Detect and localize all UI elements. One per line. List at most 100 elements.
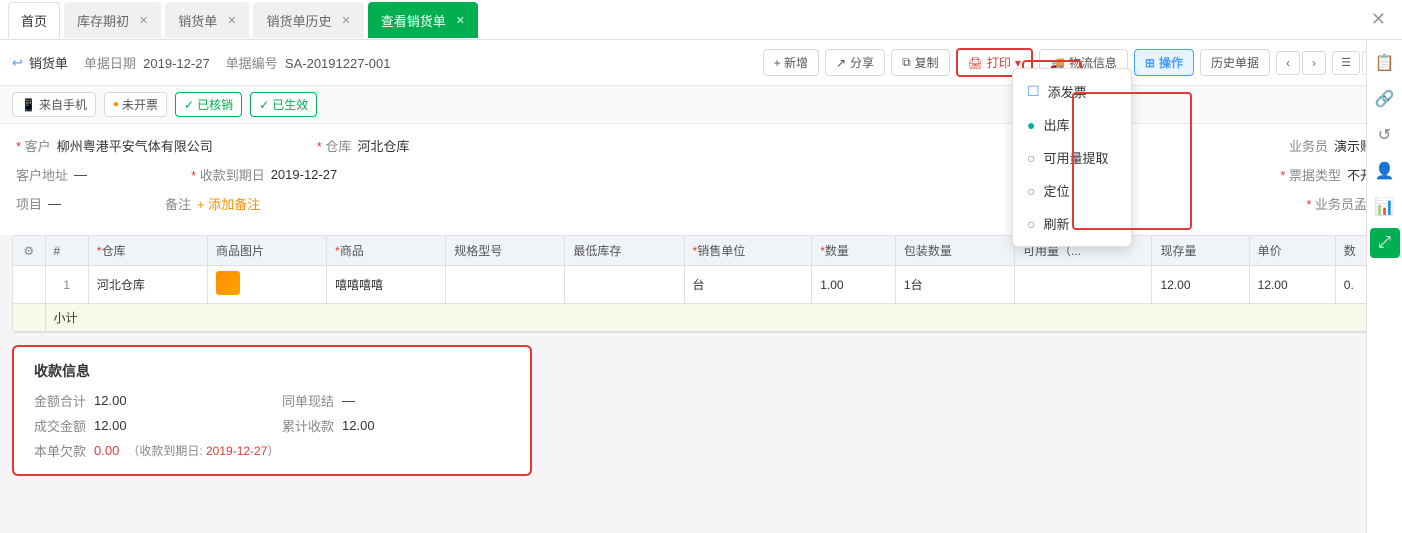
product-image <box>216 271 240 295</box>
row-stock: 12.00 <box>1152 266 1249 304</box>
row-product: 嘻嘻嘻嘻 <box>327 266 446 304</box>
payment-grid: 金额合计 12.00 同单现结 — 成交金额 12.00 累计收款 12.00 … <box>34 391 510 460</box>
product-table-container: ⚙ # *仓库 商品图片 *商品 规格型号 最低库存 *销售单位 *数量 包装数… <box>12 235 1390 333</box>
sidebar-icon-2[interactable]: 🔗 <box>1370 84 1400 114</box>
next-button[interactable]: › <box>1302 51 1326 75</box>
tab-inventory-init[interactable]: 库存期初 ✕ <box>64 2 161 38</box>
outbound-label: 出库 <box>1043 115 1069 134</box>
staff2-label: 业务员孟 <box>1306 194 1367 213</box>
menu-add-invoice[interactable]: ☐ 添发票 <box>1013 75 1131 108</box>
row-price: 12.00 <box>1249 266 1335 304</box>
tab-history-close[interactable]: ✕ <box>342 14 351 27</box>
col-qty: *数量 <box>812 236 896 266</box>
address-label: 客户地址 <box>16 165 68 184</box>
form-section: 客户 柳州粤港平安气体有限公司 仓库 河北仓库 业务员 演示账号 客户地址 — … <box>0 124 1402 235</box>
action-row: 📱 来自手机 未开票 ✓ 已核销 ✓ 已生效 <box>0 86 1402 124</box>
right-sidebar: 📋 🔗 ↺ 👤 📊 ⤢ <box>1366 40 1402 533</box>
customer-label: 客户 <box>16 136 51 155</box>
sidebar-icon-expand[interactable]: ⤢ <box>1370 228 1400 258</box>
project-field: 项目 — <box>16 194 61 213</box>
menu-available-qty[interactable]: ○ 可用量提取 <box>1013 141 1131 174</box>
operate-icon: ⊞ <box>1145 56 1155 70</box>
tab-home[interactable]: 首页 <box>8 2 60 38</box>
subtotal-gear <box>13 304 45 332</box>
doc-date-label: 单据日期 2019-12-27 <box>84 53 210 72</box>
add-invoice-icon: ☐ <box>1027 83 1040 100</box>
tab-sales-order[interactable]: 销货单 ✕ <box>165 2 249 38</box>
tab-view-sales[interactable]: 查看销货单 ✕ <box>368 2 478 38</box>
nav-arrows: ‹ › <box>1276 51 1326 75</box>
payment-title: 收款信息 <box>34 361 510 381</box>
tab-inventory-close[interactable]: ✕ <box>139 14 148 27</box>
warehouse-label: 仓库 <box>317 136 352 155</box>
payment-total: 金额合计 12.00 <box>34 391 262 410</box>
remark-field: 备注 + 添加备注 <box>165 194 260 213</box>
row-qty: 1.00 <box>812 266 896 304</box>
prev-button[interactable]: ‹ <box>1276 51 1300 75</box>
row-gear[interactable] <box>13 266 45 304</box>
doc-date-value: 2019-12-27 <box>143 56 210 71</box>
form-row-2: 客户地址 — 收款到期日 2019-12-27 票据类型 不开票 <box>16 165 1386 184</box>
history-button[interactable]: 历史单据 <box>1200 49 1270 76</box>
sidebar-icon-5[interactable]: 📊 <box>1370 192 1400 222</box>
address-field: 客户地址 — <box>16 165 87 184</box>
menu-locate[interactable]: ○ 定位 <box>1013 174 1131 207</box>
same-settlement-label: 同单现结 <box>282 391 334 410</box>
col-min-stock: 最低库存 <box>565 236 684 266</box>
copy-button[interactable]: ⧉ 复制 <box>891 49 950 76</box>
payment-due: 本单欠款 0.00 （收款到期日: 2019-12-27） <box>34 441 510 460</box>
effective-button[interactable]: ✓ 已生效 <box>250 92 317 117</box>
cumulative-value: 12.00 <box>342 418 375 433</box>
window-close-button[interactable]: ✕ <box>1363 9 1394 30</box>
row-warehouse: 河北仓库 <box>88 266 207 304</box>
form-row-3: 项目 — 备注 + 添加备注 业务员孟 — <box>16 194 1386 213</box>
available-qty-label: 可用量提取 <box>1043 148 1108 167</box>
refresh-icon: ○ <box>1027 216 1035 232</box>
operate-dropdown: ☐ 添发票 ● 出库 ○ 可用量提取 ○ 定位 ○ 刷新 <box>1012 68 1132 247</box>
from-phone-button[interactable]: 📱 来自手机 <box>12 92 96 117</box>
row-image <box>208 266 327 304</box>
due-date: 2019-12-27 <box>206 444 267 458</box>
col-gear[interactable]: ⚙ <box>13 236 45 266</box>
col-num: # <box>45 236 88 266</box>
form-row-1: 客户 柳州粤港平安气体有限公司 仓库 河北仓库 业务员 演示账号 <box>16 136 1386 155</box>
menu-refresh[interactable]: ○ 刷新 <box>1013 207 1131 240</box>
col-price: 单价 <box>1249 236 1335 266</box>
tab-sales-close[interactable]: ✕ <box>227 14 236 27</box>
row-num: 1 <box>45 266 88 304</box>
tab-view-close[interactable]: ✕ <box>456 14 465 27</box>
due-date-value: 2019-12-27 <box>271 167 338 182</box>
menu-outbound[interactable]: ● 出库 <box>1013 108 1131 141</box>
remark-label: 备注 <box>165 194 191 213</box>
tab-home-label: 首页 <box>21 11 47 30</box>
doc-icon: ↩ <box>12 55 23 71</box>
payment-section: 收款信息 金额合计 12.00 同单现结 — 成交金额 12.00 累计收款 1… <box>12 345 532 476</box>
cumulative-label: 累计收款 <box>282 416 334 435</box>
add-remark-btn[interactable]: + 添加备注 <box>197 194 260 213</box>
payment-same-settlement: 同单现结 — <box>282 391 510 410</box>
col-unit: *销售单位 <box>684 236 812 266</box>
due-value: 0.00 <box>94 443 119 458</box>
verified-button[interactable]: ✓ 已核销 <box>175 92 242 117</box>
payment-cumulative: 累计收款 12.00 <box>282 416 510 435</box>
not-open-button[interactable]: 未开票 <box>104 92 167 117</box>
operate-button[interactable]: ⊞ 操作 <box>1134 49 1194 76</box>
share-button[interactable]: ↗ 分享 <box>825 49 885 76</box>
due-date-field: 收款到期日 2019-12-27 <box>191 165 337 184</box>
copy-icon: ⧉ <box>902 55 911 70</box>
available-qty-icon: ○ <box>1027 150 1035 166</box>
customer-value: 柳州粤港平安气体有限公司 <box>57 136 213 155</box>
tab-sales-history[interactable]: 销货单历史 ✕ <box>253 2 363 38</box>
subtotal-row: 小计 <box>13 304 1389 332</box>
same-settlement-value: — <box>342 393 355 408</box>
tab-bar: 首页 库存期初 ✕ 销货单 ✕ 销货单历史 ✕ 查看销货单 ✕ ✕ <box>0 0 1402 40</box>
new-button[interactable]: + 新增 <box>763 49 819 76</box>
sidebar-icon-1[interactable]: 📋 <box>1370 48 1400 78</box>
row-avail <box>1015 266 1152 304</box>
sidebar-icon-3[interactable]: ↺ <box>1370 120 1400 150</box>
list-view-button[interactable]: ☰ <box>1332 51 1360 75</box>
ticket-label: 票据类型 <box>1280 165 1341 184</box>
warehouse-value: 河北仓库 <box>357 136 409 155</box>
sidebar-icon-4[interactable]: 👤 <box>1370 156 1400 186</box>
product-table: ⚙ # *仓库 商品图片 *商品 规格型号 最低库存 *销售单位 *数量 包装数… <box>13 236 1389 332</box>
